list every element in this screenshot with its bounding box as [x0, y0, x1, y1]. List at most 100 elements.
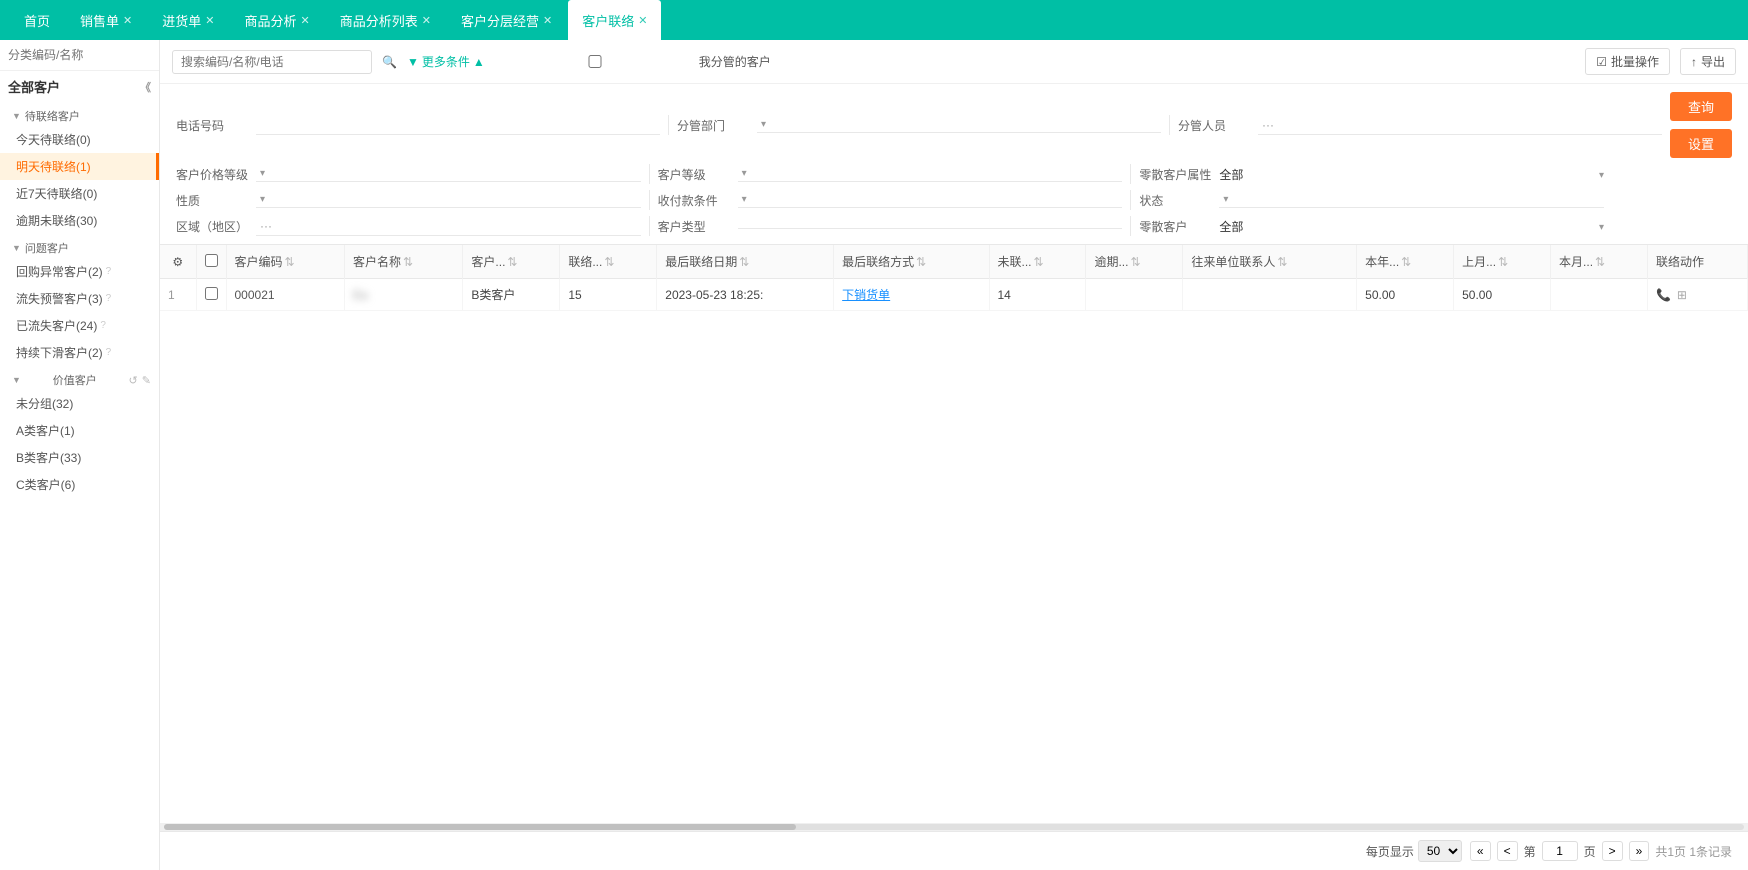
row-num: 1 [160, 279, 196, 311]
chevron-up-icon: ▲ [473, 55, 485, 69]
row-last-contact-method[interactable]: 下销货单 [834, 279, 989, 311]
divider1 [668, 115, 669, 135]
row-checkbox[interactable] [205, 287, 218, 300]
phone-label: 电话号码 [176, 117, 256, 134]
query-button[interactable]: 查询 [1670, 92, 1732, 121]
nav-close-contact[interactable]: ✕ [638, 14, 647, 27]
dept-select[interactable] [757, 117, 1161, 133]
price-level-select[interactable] [256, 166, 641, 182]
retail-customer-chevron[interactable] [1599, 219, 1604, 233]
sidebar-item-class-a[interactable]: A类客户(1) [0, 417, 159, 444]
nav-customer-contact[interactable]: 客户联络 ✕ [568, 0, 661, 40]
filter-status: 状态 [1139, 192, 1604, 209]
row-checkbox-cell[interactable] [196, 279, 226, 311]
col-settings[interactable]: ⚙ [160, 245, 196, 279]
page-input[interactable] [1542, 841, 1578, 861]
scrollbar-thumb[interactable] [164, 824, 796, 830]
gender-select[interactable] [256, 192, 641, 208]
nav-sales-order[interactable]: 销售单 ✕ [66, 0, 146, 40]
next-page-button[interactable]: > [1602, 841, 1623, 861]
edit-icon[interactable]: ✎ [142, 374, 151, 387]
col-this-month[interactable]: 本月...⇅ [1551, 245, 1648, 279]
phone-action-icon[interactable]: 📞 [1656, 288, 1671, 302]
search-input[interactable] [172, 50, 372, 74]
filter-customer-level: 客户等级 [658, 166, 1123, 183]
sidebar-item-declining[interactable]: 持续下滑客户(2) ? [0, 339, 159, 366]
sidebar-item-overdue[interactable]: 逾期未联络(30) [0, 207, 159, 234]
col-last-contact-method[interactable]: 最后联络方式⇅ [834, 245, 989, 279]
sidebar-item-tomorrow[interactable]: 明天待联络(1) [0, 153, 159, 180]
row-last-month: 50.00 [1454, 279, 1551, 311]
col-customer-name[interactable]: 客户名称⇅ [344, 245, 462, 279]
col-contacts[interactable]: 联络...⇅ [560, 245, 657, 279]
help-icon-churn-warning: ? [106, 293, 112, 304]
col-customer-type[interactable]: 客户...⇅ [463, 245, 560, 279]
sidebar-all-customers[interactable]: 全部客户 《 [0, 71, 159, 102]
col-not-contacted[interactable]: 未联...⇅ [989, 245, 1086, 279]
settings-button[interactable]: 设置 [1670, 129, 1732, 158]
sidebar-item-7days[interactable]: 近7天待联络(0) [0, 180, 159, 207]
col-this-year[interactable]: 本年...⇅ [1357, 245, 1454, 279]
row-contacts: 15 [560, 279, 657, 311]
per-page-select[interactable]: 50 [1418, 840, 1462, 862]
last-page-button[interactable]: » [1629, 841, 1650, 861]
row-code[interactable]: 000021 [226, 279, 344, 311]
retail-attr-chevron[interactable] [1599, 167, 1604, 181]
sort-last-month-icon: ⇅ [1498, 255, 1508, 269]
customer-type-select[interactable] [738, 224, 1123, 229]
nav-close-sales[interactable]: ✕ [123, 14, 132, 27]
sidebar-collapse-icon: 《 [140, 79, 151, 95]
help-icon-churned: ? [100, 320, 106, 331]
col-overdue[interactable]: 逾期...⇅ [1086, 245, 1183, 279]
grid-action-icon[interactable]: ⊞ [1677, 288, 1687, 302]
sidebar-item-churn-warning[interactable]: 流失预警客户(3) ? [0, 285, 159, 312]
nav-close-product-list[interactable]: ✕ [422, 14, 431, 27]
col-checkbox[interactable] [196, 245, 226, 279]
row-not-contacted: 14 [989, 279, 1086, 311]
nav-close-product-analysis[interactable]: ✕ [301, 14, 310, 27]
more-conditions-button[interactable]: ▼ 更多条件 ▲ [407, 53, 485, 70]
refresh-icon[interactable]: ↺ [129, 374, 138, 387]
page-suffix: 页 [1584, 843, 1596, 860]
nav-product-analysis-list[interactable]: 商品分析列表 ✕ [326, 0, 445, 40]
first-page-button[interactable]: « [1470, 841, 1491, 861]
nav-home[interactable]: 首页 [10, 0, 64, 40]
nav-customer-stratification[interactable]: 客户分层经营 ✕ [447, 0, 566, 40]
col-last-contact-date[interactable]: 最后联络日期⇅ [657, 245, 834, 279]
sort-year-icon: ⇅ [1401, 255, 1411, 269]
region-select[interactable] [256, 217, 641, 236]
col-company-contact[interactable]: 往来单位联系人⇅ [1183, 245, 1357, 279]
my-customers-check-input[interactable] [495, 55, 695, 68]
col-action: 联络动作 [1647, 245, 1747, 279]
sidebar-search-area: 🔍 [0, 40, 159, 71]
nav-close-stratification[interactable]: ✕ [543, 14, 552, 27]
phone-input[interactable] [256, 115, 660, 135]
payment-select[interactable] [738, 192, 1123, 208]
status-label: 状态 [1139, 192, 1219, 209]
sidebar-item-class-b[interactable]: B类客户(33) [0, 444, 159, 471]
sidebar-search-input[interactable] [8, 48, 160, 62]
col-customer-code[interactable]: 客户编码⇅ [226, 245, 344, 279]
action-icons: 📞 ⊞ [1656, 288, 1739, 302]
status-select[interactable] [1219, 192, 1604, 208]
sidebar-item-class-c[interactable]: C类客户(6) [0, 471, 159, 498]
export-button[interactable]: ↑ 导出 [1680, 48, 1736, 75]
prev-page-button[interactable]: < [1497, 841, 1518, 861]
nav-close-purchase[interactable]: ✕ [205, 14, 214, 27]
manager-select[interactable] [1258, 116, 1662, 135]
sidebar-item-today[interactable]: 今天待联络(0) [0, 126, 159, 153]
horizontal-scrollbar[interactable] [160, 823, 1748, 831]
nav-purchase-order[interactable]: 进货单 ✕ [148, 0, 228, 40]
col-last-month[interactable]: 上月...⇅ [1454, 245, 1551, 279]
divider6 [1130, 190, 1131, 210]
sidebar-item-unclassified[interactable]: 未分组(32) [0, 390, 159, 417]
customer-level-select[interactable] [738, 166, 1123, 182]
sidebar-item-repurchase-abnormal[interactable]: 回购异常客户(2) ? [0, 258, 159, 285]
nav-product-analysis[interactable]: 商品分析 ✕ [230, 0, 323, 40]
batch-operation-button[interactable]: ☑ 批量操作 [1585, 48, 1670, 75]
filter-payment: 收付款条件 [658, 192, 1123, 209]
search-button[interactable]: 🔍 [382, 55, 397, 69]
select-all-checkbox[interactable] [205, 254, 218, 267]
my-customers-checkbox[interactable]: 我分管的客户 [495, 53, 771, 70]
sidebar-item-churned[interactable]: 已流失客户(24) ? [0, 312, 159, 339]
